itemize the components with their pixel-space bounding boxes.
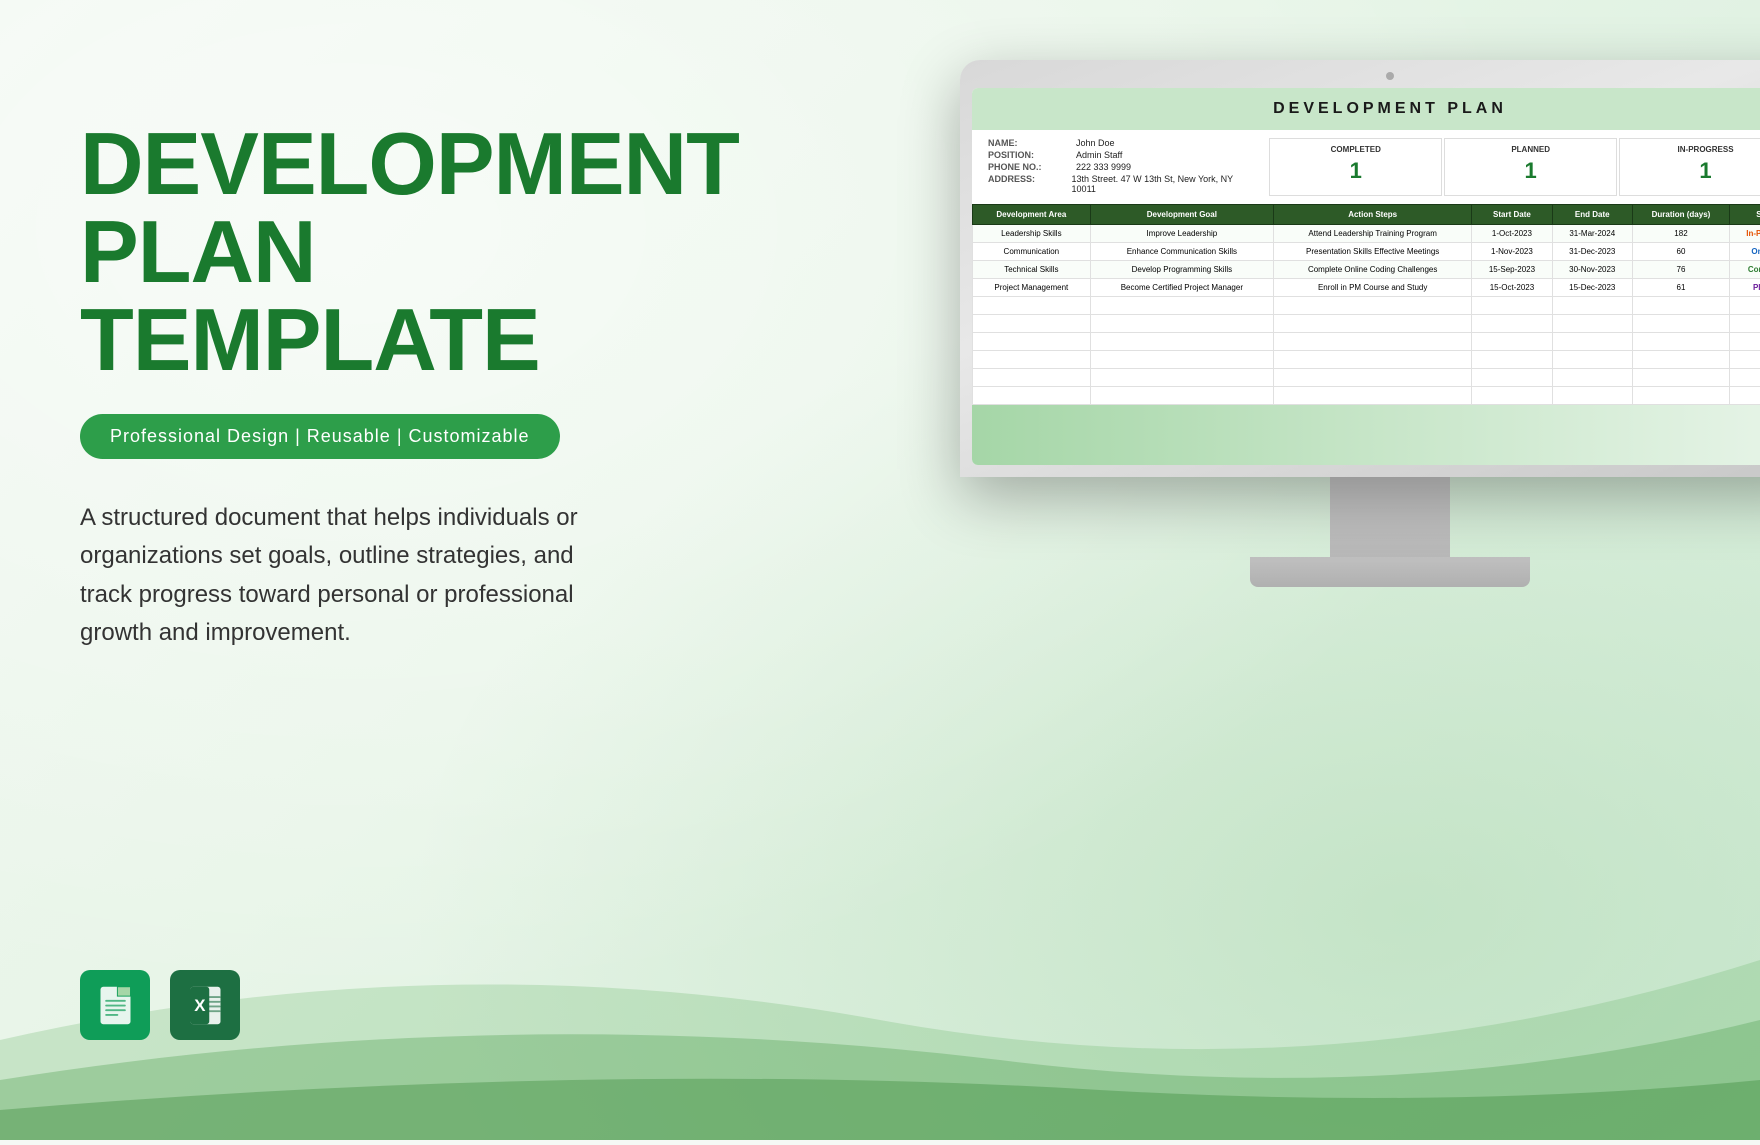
- cell-action: Complete Online Coding Challenges: [1274, 261, 1472, 279]
- empty-row: [973, 387, 1760, 405]
- cell-area: Technical Skills: [973, 261, 1091, 279]
- monitor-outer: DEVELOPMENT PLAN NAME: John Doe POSITION…: [960, 60, 1760, 477]
- empty-row: [973, 315, 1760, 333]
- spreadsheet: DEVELOPMENT PLAN NAME: John Doe POSITION…: [972, 88, 1760, 465]
- empty-row: [973, 333, 1760, 351]
- sheet-info-row: NAME: John Doe POSITION: Admin Staff PHO…: [972, 130, 1760, 204]
- cell-duration: 60: [1632, 243, 1729, 261]
- monitor-dot: [1386, 72, 1394, 80]
- title-line2: PLAN TEMPLATE: [80, 208, 640, 384]
- cell-action: Enroll in PM Course and Study: [1274, 279, 1472, 297]
- app-icons: X: [80, 970, 240, 1040]
- excel-svg: X: [183, 983, 228, 1028]
- stats-row: COMPLETED 1 PLANNED 1 IN-PROGRESS 1: [1269, 138, 1760, 196]
- col-goal: Development Goal: [1090, 205, 1273, 225]
- col-action: Action Steps: [1274, 205, 1472, 225]
- sheets-svg: [93, 983, 138, 1028]
- cell-goal: Improve Leadership: [1090, 225, 1273, 243]
- empty-row: [973, 351, 1760, 369]
- monitor-stand-neck: [1330, 477, 1450, 557]
- description-text: A structured document that helps individ…: [80, 499, 580, 653]
- cell-goal: Enhance Communication Skills: [1090, 243, 1273, 261]
- svg-text:X: X: [194, 996, 206, 1015]
- cell-goal: Develop Programming Skills: [1090, 261, 1273, 279]
- col-end: End Date: [1552, 205, 1632, 225]
- monitor-mockup: DEVELOPMENT PLAN NAME: John Doe POSITION…: [960, 60, 1760, 587]
- col-status: Status: [1730, 205, 1760, 225]
- cell-area: Leadership Skills: [973, 225, 1091, 243]
- cell-area: Project Management: [973, 279, 1091, 297]
- title-line1: DEVELOPMENT: [80, 120, 640, 208]
- cell-status: In-Progress: [1730, 225, 1760, 243]
- wave-decoration: [0, 840, 1760, 1140]
- sheet-title: DEVELOPMENT PLAN: [972, 88, 1760, 130]
- cell-end: 15-Dec-2023: [1552, 279, 1632, 297]
- feature-badge: Professional Design | Reusable | Customi…: [80, 414, 560, 459]
- stat-inprogress: IN-PROGRESS 1: [1619, 138, 1760, 196]
- cell-start: 1-Nov-2023: [1472, 243, 1552, 261]
- cell-status: Planned: [1730, 279, 1760, 297]
- table-header-row: Development Area Development Goal Action…: [973, 205, 1760, 225]
- left-panel: DEVELOPMENT PLAN TEMPLATE Professional D…: [80, 120, 640, 713]
- table-row: Communication Enhance Communication Skil…: [973, 243, 1760, 261]
- excel-icon[interactable]: X: [170, 970, 240, 1040]
- position-row: POSITION: Admin Staff: [988, 150, 1249, 160]
- table-body: Leadership Skills Improve Leadership Att…: [973, 225, 1760, 405]
- cell-status: On Track: [1730, 243, 1760, 261]
- empty-row: [973, 369, 1760, 387]
- google-sheets-icon[interactable]: [80, 970, 150, 1040]
- cell-end: 31-Dec-2023: [1552, 243, 1632, 261]
- cell-goal: Become Certified Project Manager: [1090, 279, 1273, 297]
- cell-end: 31-Mar-2024: [1552, 225, 1632, 243]
- col-start: Start Date: [1472, 205, 1552, 225]
- table-row: Technical Skills Develop Programming Ski…: [973, 261, 1760, 279]
- cell-area: Communication: [973, 243, 1091, 261]
- cell-action: Attend Leadership Training Program: [1274, 225, 1472, 243]
- cell-end: 30-Nov-2023: [1552, 261, 1632, 279]
- table-row: Leadership Skills Improve Leadership Att…: [973, 225, 1760, 243]
- cell-duration: 182: [1632, 225, 1729, 243]
- table-row: Project Management Become Certified Proj…: [973, 279, 1760, 297]
- name-row: NAME: John Doe: [988, 138, 1249, 148]
- cell-action: Presentation Skills Effective Meetings: [1274, 243, 1472, 261]
- address-row: ADDRESS: 13th Street. 47 W 13th St, New …: [988, 174, 1249, 194]
- monitor-screen: DEVELOPMENT PLAN NAME: John Doe POSITION…: [972, 88, 1760, 465]
- sheet-footer: [972, 405, 1760, 465]
- empty-row: [973, 297, 1760, 315]
- cell-duration: 76: [1632, 261, 1729, 279]
- col-area: Development Area: [973, 205, 1091, 225]
- main-title: DEVELOPMENT PLAN TEMPLATE: [80, 120, 640, 384]
- phone-row: PHONE NO.: 222 333 9999: [988, 162, 1249, 172]
- cell-duration: 61: [1632, 279, 1729, 297]
- development-table: Development Area Development Goal Action…: [972, 204, 1760, 405]
- badge-row: Professional Design | Reusable | Customi…: [80, 414, 640, 459]
- stat-completed: COMPLETED 1: [1269, 138, 1442, 196]
- cell-start: 15-Sep-2023: [1472, 261, 1552, 279]
- cell-start: 1-Oct-2023: [1472, 225, 1552, 243]
- monitor-stand-base: [1250, 557, 1530, 587]
- col-duration: Duration (days): [1632, 205, 1729, 225]
- person-info: NAME: John Doe POSITION: Admin Staff PHO…: [988, 138, 1249, 196]
- stat-planned: PLANNED 1: [1444, 138, 1617, 196]
- cell-status: Completed: [1730, 261, 1760, 279]
- cell-start: 15-Oct-2023: [1472, 279, 1552, 297]
